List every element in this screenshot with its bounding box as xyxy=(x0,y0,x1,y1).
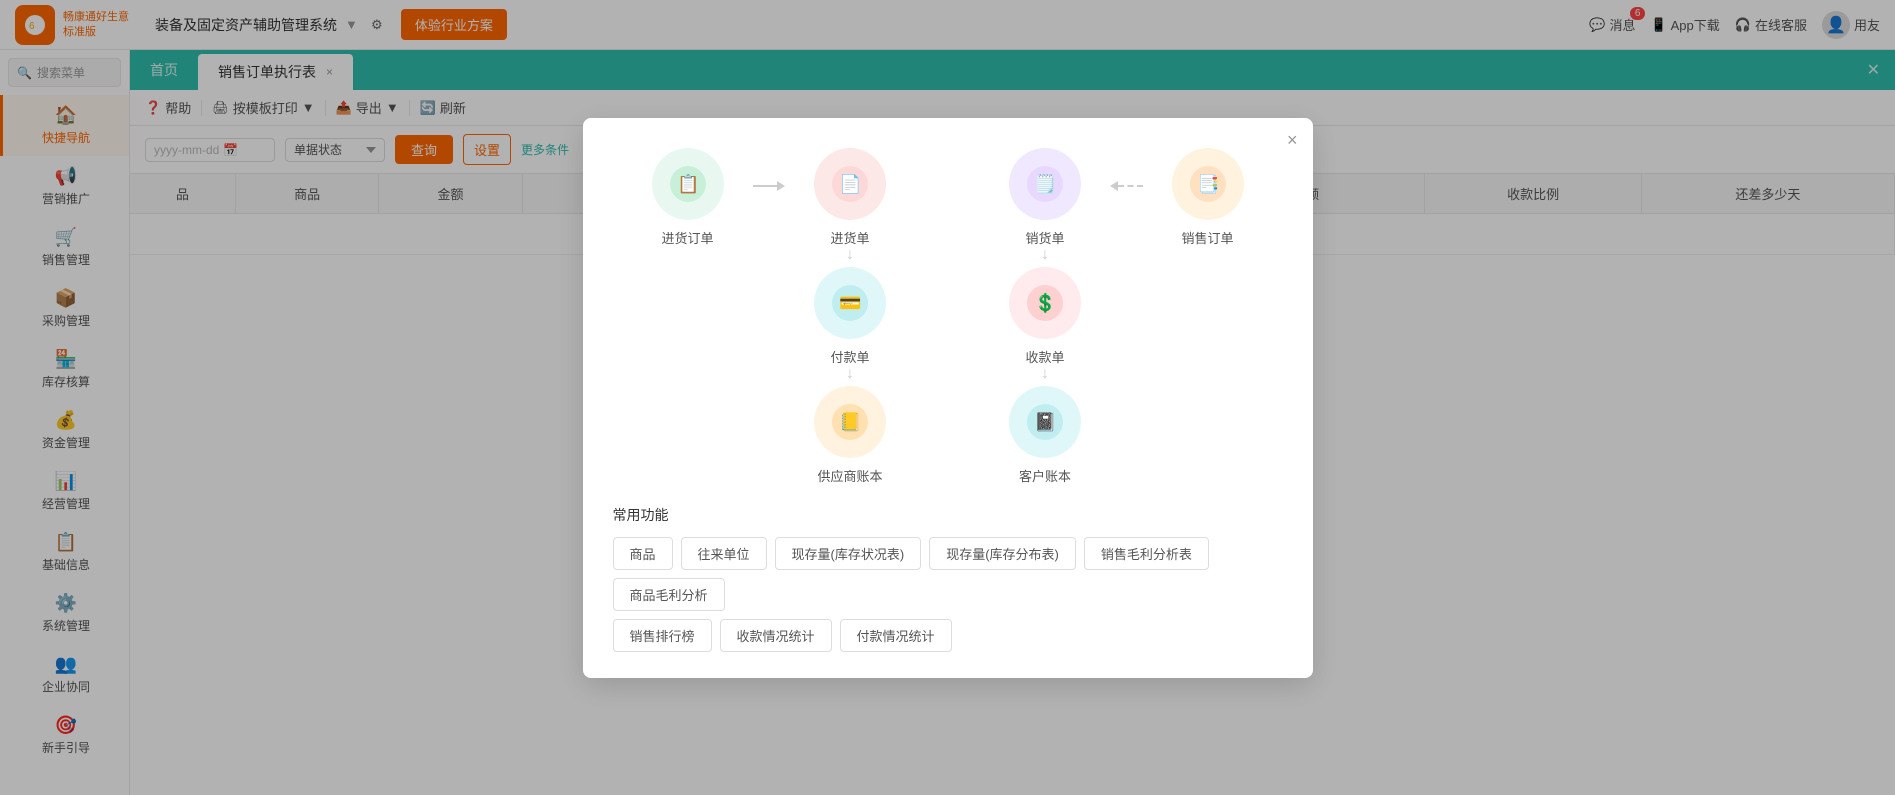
modal-overlay[interactable]: × 📋 进货订单 📄 xyxy=(0,0,1895,795)
func-btn-partner[interactable]: 往来单位 xyxy=(681,537,767,570)
payment-bill-circle: 💳 xyxy=(814,267,886,339)
func-btn-product[interactable]: 商品 xyxy=(613,537,673,570)
func-btn-sales-rank[interactable]: 销售排行榜 xyxy=(613,619,712,652)
node-sales-bill[interactable]: 🗒️ 销货单 xyxy=(980,148,1110,247)
flow-section: 📋 进货订单 📄 进货单 xyxy=(583,118,1313,505)
node-sales-order[interactable]: 📑 销售订单 xyxy=(1143,148,1273,247)
func-btn-payment-stat[interactable]: 付款情况统计 xyxy=(840,619,952,652)
payment-bill-label: 付款单 xyxy=(830,347,869,366)
supplier-ledger-circle: 📒 xyxy=(814,386,886,458)
purchase-order-circle: 📋 xyxy=(652,148,724,220)
customer-ledger-circle: 📓 xyxy=(1009,386,1081,458)
receipt-bill-label: 收款单 xyxy=(1025,347,1064,366)
func-btn-receipt-stat[interactable]: 收款情况统计 xyxy=(720,619,832,652)
svg-text:📋: 📋 xyxy=(677,173,699,194)
func-buttons-row1: 商品 往来单位 现存量(库存状况表) 现存量(库存分布表) 销售毛利分析表 商品… xyxy=(613,537,1283,611)
node-payment-bill[interactable]: 💳 付款单 xyxy=(785,267,915,366)
svg-text:📄: 📄 xyxy=(839,173,861,194)
purchase-bill-circle: 📄 xyxy=(814,148,886,220)
sales-bill-circle: 🗒️ xyxy=(1009,148,1081,220)
func-buttons-row2: 销售排行榜 收款情况统计 付款情况统计 xyxy=(613,619,1283,652)
func-btn-stock-dist[interactable]: 现存量(库存分布表) xyxy=(929,537,1076,570)
customer-ledger-label: 客户账本 xyxy=(1019,466,1071,485)
svg-text:📓: 📓 xyxy=(1034,412,1056,432)
sales-order-label: 销售订单 xyxy=(1181,228,1233,247)
svg-text:💲: 💲 xyxy=(1034,292,1056,313)
svg-text:📑: 📑 xyxy=(1197,173,1219,194)
sales-bill-label: 销货单 xyxy=(1025,228,1064,247)
flow-modal: × 📋 进货订单 📄 xyxy=(583,118,1313,678)
common-functions-title: 常用功能 xyxy=(613,505,1283,525)
sales-order-circle: 📑 xyxy=(1172,148,1244,220)
node-receipt-bill[interactable]: 💲 收款单 xyxy=(980,267,1110,366)
svg-text:💳: 💳 xyxy=(839,293,861,313)
modal-close-btn[interactable]: × xyxy=(1287,130,1298,151)
common-functions-section: 常用功能 商品 往来单位 现存量(库存状况表) 现存量(库存分布表) 销售毛利分… xyxy=(583,505,1313,678)
svg-text:📒: 📒 xyxy=(839,412,861,432)
node-supplier-ledger[interactable]: 📒 供应商账本 xyxy=(785,386,915,485)
svg-text:🗒️: 🗒️ xyxy=(1034,173,1056,194)
node-purchase-bill[interactable]: 📄 进货单 xyxy=(785,148,915,247)
supplier-ledger-label: 供应商账本 xyxy=(817,466,882,485)
func-btn-stock-status[interactable]: 现存量(库存状况表) xyxy=(775,537,922,570)
func-btn-product-profit[interactable]: 商品毛利分析 xyxy=(613,578,725,611)
node-customer-ledger[interactable]: 📓 客户账本 xyxy=(980,386,1110,485)
receipt-bill-circle: 💲 xyxy=(1009,267,1081,339)
node-purchase-order[interactable]: 📋 进货订单 xyxy=(623,148,753,247)
func-btn-sales-profit[interactable]: 销售毛利分析表 xyxy=(1084,537,1209,570)
purchase-bill-label: 进货单 xyxy=(830,228,869,247)
purchase-order-label: 进货订单 xyxy=(661,228,713,247)
